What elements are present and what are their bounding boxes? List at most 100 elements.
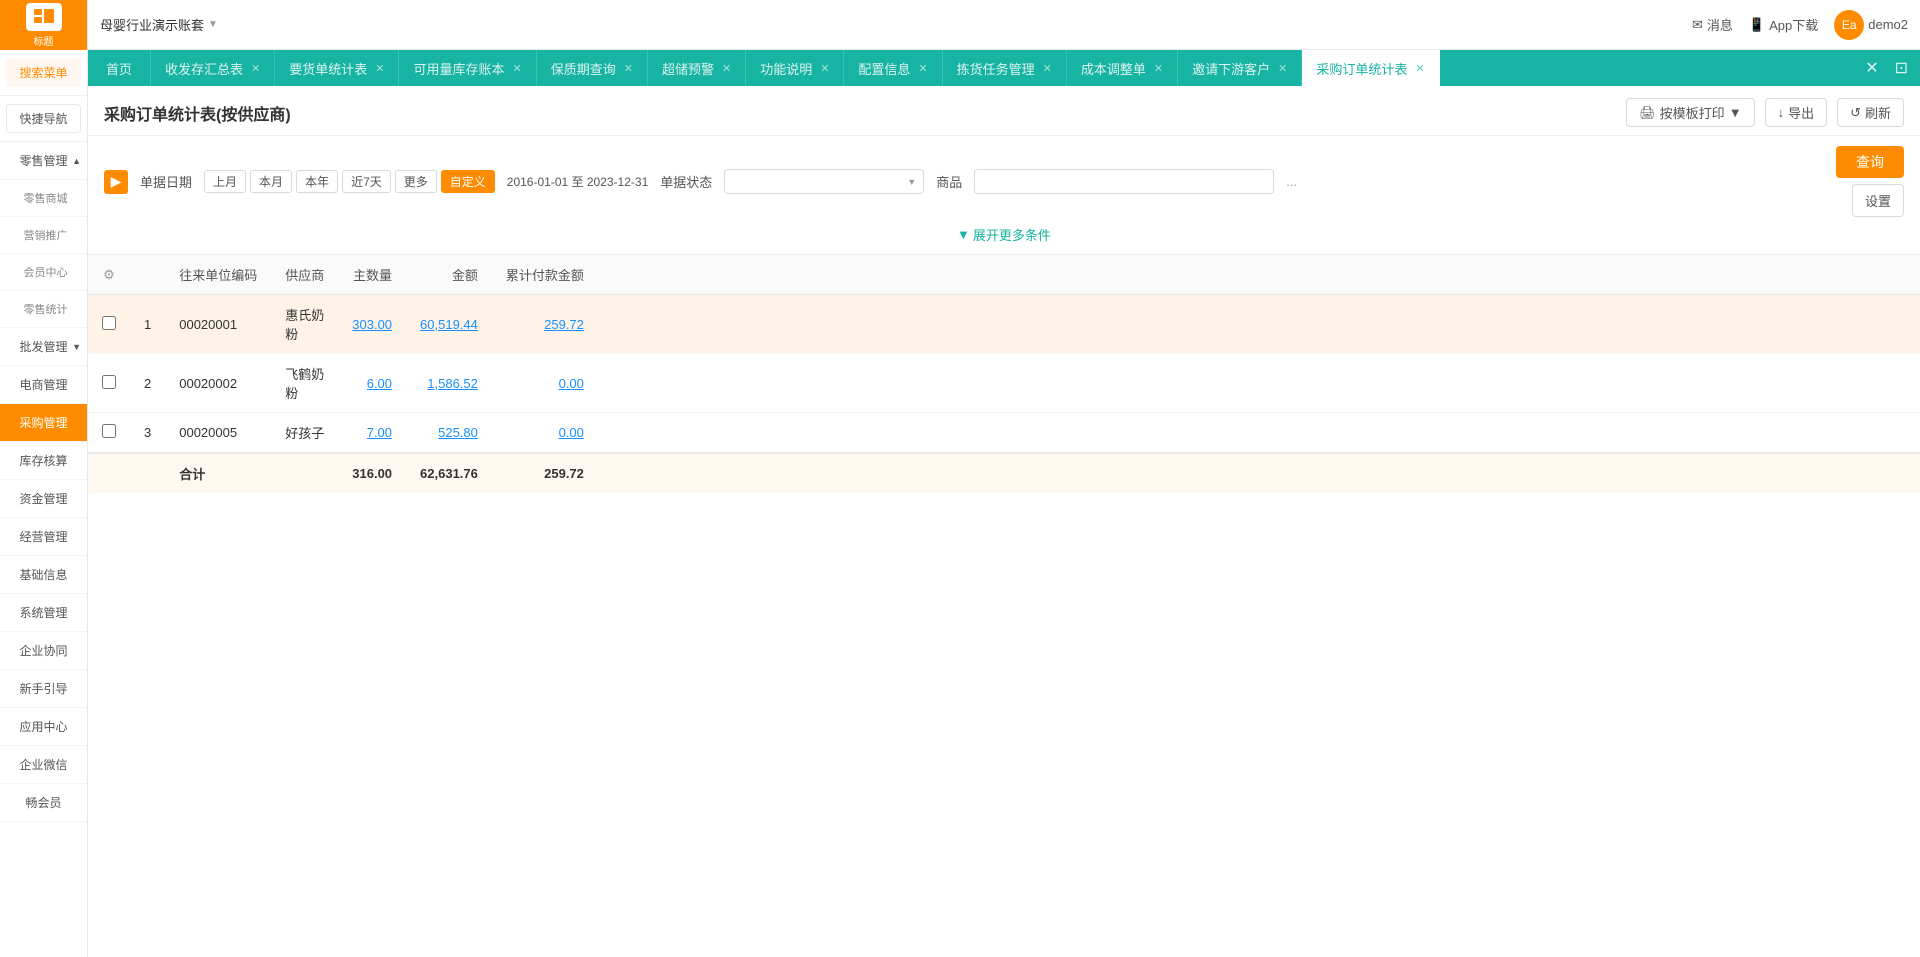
cell-supplier: 好孩子 bbox=[271, 413, 338, 454]
app-download-label: App下载 bbox=[1769, 15, 1818, 34]
tab-close[interactable]: ✕ bbox=[513, 62, 522, 75]
cell-index: 3 bbox=[130, 413, 165, 454]
tab-close[interactable]: ✕ bbox=[820, 62, 829, 75]
sidebar-item-operation[interactable]: 经营管理 bbox=[0, 518, 87, 556]
sidebar-item-enterprise[interactable]: 企业协同 bbox=[0, 632, 87, 670]
cell-quantity[interactable]: 303.00 bbox=[338, 295, 406, 354]
cell-paid-amount[interactable]: 259.72 bbox=[492, 295, 598, 354]
tab-baozhi[interactable]: 保质期查询 ✕ bbox=[537, 50, 648, 86]
tab-chaochuyujing[interactable]: 超储预警 ✕ bbox=[648, 50, 746, 86]
tab-close[interactable]: ✕ bbox=[722, 62, 731, 75]
sidebar-item-ecommerce[interactable]: 电商管理 bbox=[0, 366, 87, 404]
tab-close[interactable]: ✕ bbox=[1154, 62, 1163, 75]
cell-quantity[interactable]: 7.00 bbox=[338, 413, 406, 454]
cell-amount[interactable]: 60,519.44 bbox=[406, 295, 492, 354]
topbar: 母婴行业演示账套 ▼ ✉ 消息 📱 App下载 Ea demo2 bbox=[88, 0, 1920, 50]
tab-close[interactable]: ✕ bbox=[251, 62, 260, 75]
table-row: 3 00020005 好孩子 7.00 525.80 0.00 bbox=[88, 413, 1920, 454]
cell-quantity[interactable]: 6.00 bbox=[338, 354, 406, 413]
cell-unit-code: 00020001 bbox=[165, 295, 271, 354]
topbar-left: 母婴行业演示账套 ▼ bbox=[100, 15, 218, 34]
refresh-button[interactable]: ↺ 刷新 bbox=[1837, 98, 1904, 127]
sidebar-item-system[interactable]: 系统管理 bbox=[0, 594, 87, 632]
filter-actions: 查询 设置 bbox=[1836, 146, 1904, 217]
user-profile[interactable]: Ea demo2 bbox=[1834, 10, 1908, 40]
print-button[interactable]: 🖨 按模板打印 ▼ bbox=[1626, 98, 1754, 127]
tab-yaohuodangui[interactable]: 要货单统计表 ✕ bbox=[275, 50, 399, 86]
account-selector[interactable]: 母婴行业演示账套 ▼ bbox=[100, 15, 218, 34]
date-range-display: 2016-01-01 至 2023-12-31 bbox=[507, 173, 648, 190]
quicknav-button[interactable]: 快捷导航 bbox=[6, 104, 81, 133]
sidebar-item-appcenter[interactable]: 应用中心 bbox=[0, 708, 87, 746]
topbar-right: ✉ 消息 📱 App下载 Ea demo2 bbox=[1692, 10, 1908, 40]
tab-label: 邀请下游客户 bbox=[1192, 59, 1270, 78]
tab-yaoqingyouke[interactable]: 邀请下游客户 ✕ bbox=[1178, 50, 1302, 86]
date-btn-custom[interactable]: 自定义 bbox=[441, 170, 495, 193]
cell-checkbox[interactable] bbox=[88, 354, 130, 413]
logo[interactable]: 标题 bbox=[0, 0, 87, 50]
tab-close[interactable]: ✕ bbox=[918, 62, 927, 75]
tab-shoufahuizong[interactable]: 收发存汇总表 ✕ bbox=[151, 50, 275, 86]
tab-close[interactable]: ✕ bbox=[1043, 62, 1052, 75]
cell-extra bbox=[598, 413, 1920, 454]
cell-index: 2 bbox=[130, 354, 165, 413]
cell-paid-amount[interactable]: 0.00 bbox=[492, 413, 598, 454]
date-btn-7days[interactable]: 近7天 bbox=[342, 170, 391, 193]
tab-gongneng[interactable]: 功能说明 ✕ bbox=[746, 50, 844, 86]
table-settings-icon[interactable]: ⚙ bbox=[88, 255, 130, 295]
goods-more-icon[interactable]: ... bbox=[1286, 174, 1297, 189]
sidebar-item-basic[interactable]: 基础信息 bbox=[0, 556, 87, 594]
sidebar-item-members[interactable]: 会员中心 bbox=[0, 254, 87, 291]
tab-close[interactable]: ✕ bbox=[1415, 62, 1424, 75]
filter-toggle[interactable]: ▶ bbox=[104, 170, 128, 194]
query-button[interactable]: 查询 bbox=[1836, 146, 1904, 178]
nav-close-button[interactable]: ✕ bbox=[1861, 58, 1882, 78]
date-filter-label: 单据日期 bbox=[140, 172, 192, 191]
status-select-wrapper bbox=[724, 169, 924, 194]
sidebar-item-finance[interactable]: 资金管理 bbox=[0, 480, 87, 518]
tab-chengbentiaozhen[interactable]: 成本调整单 ✕ bbox=[1067, 50, 1178, 86]
cell-amount[interactable]: 525.80 bbox=[406, 413, 492, 454]
tab-close[interactable]: ✕ bbox=[1278, 62, 1287, 75]
sidebar-item-vip[interactable]: 畅会员 bbox=[0, 784, 87, 822]
cell-paid-amount[interactable]: 0.00 bbox=[492, 354, 598, 413]
tab-home[interactable]: 首页 bbox=[88, 50, 151, 86]
settings-button[interactable]: 设置 bbox=[1852, 184, 1904, 217]
page-content: 采购订单统计表(按供应商) 🖨 按模板打印 ▼ ↓ 导出 ↺ 刷新 bbox=[88, 86, 1920, 957]
logo-text: 标题 bbox=[34, 33, 54, 48]
date-btn-this-month[interactable]: 本月 bbox=[250, 170, 292, 193]
tab-close[interactable]: ✕ bbox=[624, 62, 633, 75]
sidebar-item-newguide[interactable]: 新手引导 bbox=[0, 670, 87, 708]
date-btn-last-month[interactable]: 上月 bbox=[204, 170, 246, 193]
print-icon: 🖨 bbox=[1639, 105, 1656, 121]
tab-pihuo[interactable]: 拣货任务管理 ✕ bbox=[943, 50, 1067, 86]
message-button[interactable]: ✉ 消息 bbox=[1692, 15, 1733, 34]
sidebar-item-retails-shop[interactable]: 零售商城 bbox=[0, 180, 87, 217]
table-footer-row: 合计 316.00 62,631.76 259.72 bbox=[88, 453, 1920, 493]
sidebar-item-marketing[interactable]: 营销推广 bbox=[0, 217, 87, 254]
search-menu-button[interactable]: 搜索菜单 bbox=[6, 58, 81, 87]
app-download-button[interactable]: 📱 App下载 bbox=[1749, 15, 1818, 34]
tab-peizhi[interactable]: 配置信息 ✕ bbox=[844, 50, 942, 86]
sidebar-item-inventory[interactable]: 库存核算 bbox=[0, 442, 87, 480]
date-btn-more[interactable]: 更多 bbox=[395, 170, 437, 193]
sidebar-item-wholesale[interactable]: 批发管理 bbox=[0, 328, 87, 366]
tab-caigoudantongji[interactable]: 采购订单统计表 ✕ bbox=[1302, 50, 1439, 86]
cell-checkbox[interactable] bbox=[88, 295, 130, 354]
expand-more-button[interactable]: ▼ 展开更多条件 bbox=[957, 225, 1051, 244]
goods-input[interactable] bbox=[974, 169, 1274, 194]
tab-close[interactable]: ✕ bbox=[375, 62, 384, 75]
cell-amount[interactable]: 1,586.52 bbox=[406, 354, 492, 413]
sidebar-item-retails[interactable]: 零售管理 bbox=[0, 142, 87, 180]
print-arrow: ▼ bbox=[1729, 105, 1742, 120]
sidebar-item-purchase[interactable]: 采购管理 bbox=[0, 404, 87, 442]
cell-checkbox[interactable] bbox=[88, 413, 130, 454]
tab-keyongliang[interactable]: 可用量库存账本 ✕ bbox=[399, 50, 536, 86]
sidebar-item-wechat[interactable]: 企业微信 bbox=[0, 746, 87, 784]
status-select[interactable] bbox=[724, 169, 924, 194]
date-btn-this-year[interactable]: 本年 bbox=[296, 170, 338, 193]
nav-restore-button[interactable]: ⊡ bbox=[1891, 58, 1912, 78]
sidebar-item-retail-stats[interactable]: 零售统计 bbox=[0, 291, 87, 328]
export-button[interactable]: ↓ 导出 bbox=[1765, 98, 1828, 127]
footer-empty-1 bbox=[88, 453, 130, 493]
